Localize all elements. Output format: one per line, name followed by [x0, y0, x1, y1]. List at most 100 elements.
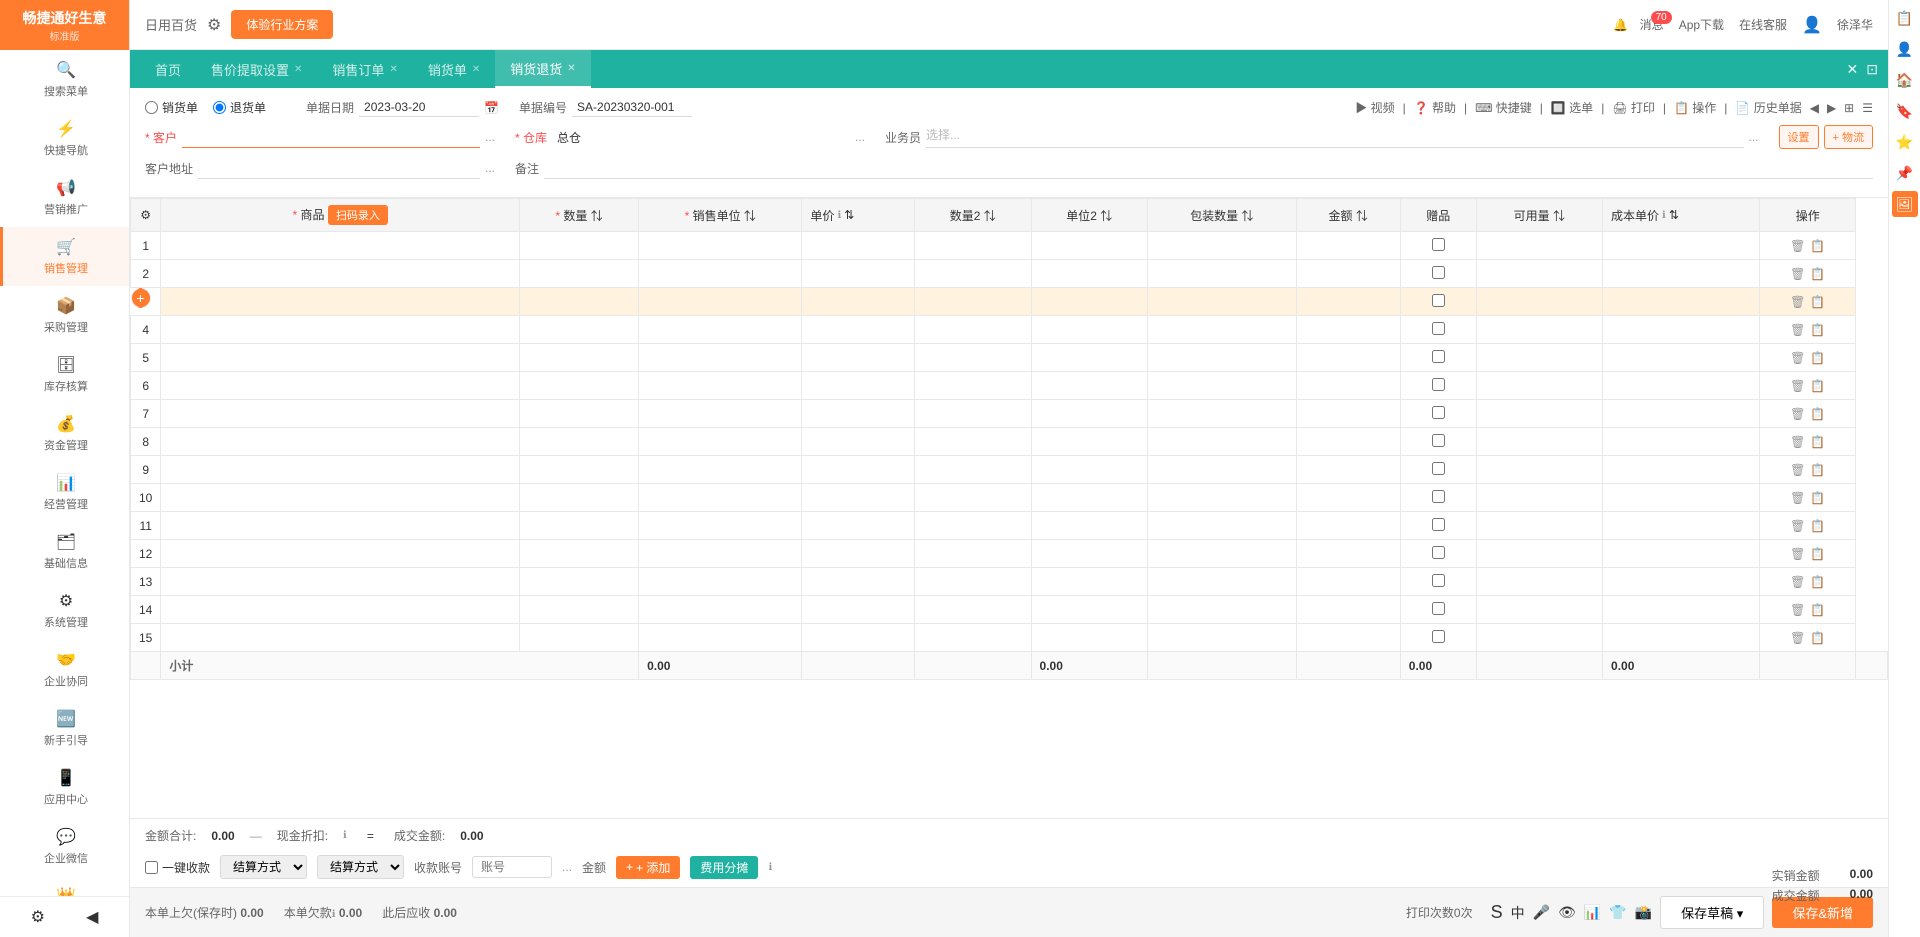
- scan-button[interactable]: 扫码录入: [328, 205, 388, 225]
- gift-checkbox-11[interactable]: [1432, 518, 1445, 531]
- calendar-icon[interactable]: 📅: [484, 101, 499, 115]
- delete-icon-14[interactable]: 🗑: [1790, 603, 1805, 617]
- settlement-select[interactable]: 结算方式: [220, 855, 307, 879]
- delete-icon-5[interactable]: 🗑: [1790, 351, 1805, 365]
- delete-icon-1[interactable]: 🗑: [1790, 239, 1805, 253]
- delete-icon-10[interactable]: 🗑: [1790, 491, 1805, 505]
- shortcut-btn[interactable]: ⌨ 快捷键: [1475, 99, 1532, 116]
- copy-icon-5[interactable]: 📋: [1810, 351, 1825, 365]
- calc-select[interactable]: 结算方式: [317, 855, 404, 879]
- help-btn[interactable]: ❓ 帮助: [1414, 99, 1456, 116]
- gift-checkbox-2[interactable]: [1432, 266, 1445, 279]
- grid-view-icon[interactable]: ⊞: [1844, 101, 1854, 115]
- tab-price-settings[interactable]: 售价提取设置 ✕: [196, 50, 317, 88]
- fee-split-button[interactable]: 费用分摊: [690, 856, 758, 879]
- gift-checkbox-1[interactable]: [1432, 238, 1445, 251]
- copy-icon-1[interactable]: 📋: [1810, 239, 1825, 253]
- tab-maximize-icon[interactable]: ⊡: [1866, 61, 1878, 78]
- radio-return[interactable]: 退货单: [213, 99, 266, 116]
- operation-btn[interactable]: 📋 操作: [1674, 99, 1716, 116]
- add-row-icon[interactable]: +: [136, 288, 144, 308]
- radio-sale[interactable]: 销货单: [145, 99, 198, 116]
- gift-checkbox-7[interactable]: [1432, 406, 1445, 419]
- copy-icon-9[interactable]: 📋: [1810, 463, 1825, 477]
- save-draft-button[interactable]: 保存草稿 ▾: [1660, 896, 1764, 929]
- gift-checkbox-9[interactable]: [1432, 462, 1445, 475]
- date-input[interactable]: 2023-03-20: [359, 98, 479, 117]
- account-expand-icon[interactable]: ...: [562, 860, 572, 874]
- account-input[interactable]: [472, 856, 552, 878]
- copy-icon-7[interactable]: 📋: [1810, 407, 1825, 421]
- product-input-3[interactable]: [169, 294, 511, 309]
- rtool-pin[interactable]: 📌: [1892, 160, 1918, 186]
- copy-icon-10[interactable]: 📋: [1810, 491, 1825, 505]
- header-settings-icon[interactable]: ⚙: [207, 15, 221, 35]
- delete-icon-11[interactable]: 🗑: [1790, 519, 1805, 533]
- tab-sales-return-close[interactable]: ✕: [567, 63, 575, 74]
- gift-checkbox-4[interactable]: [1432, 322, 1445, 335]
- customer-input[interactable]: [182, 126, 480, 148]
- warehouse-expand-icon[interactable]: ...: [855, 130, 865, 144]
- delete-icon-7[interactable]: 🗑: [1790, 407, 1805, 421]
- sidebar-item-wechat[interactable]: 💬 企业微信: [0, 817, 129, 876]
- gift-checkbox-14[interactable]: [1432, 602, 1445, 615]
- sidebar-item-inventory[interactable]: 🗄 库存核算: [0, 345, 129, 404]
- tool4-icon[interactable]: 👁: [1558, 904, 1576, 921]
- gift-checkbox-12[interactable]: [1432, 546, 1445, 559]
- radio-sale-input[interactable]: [145, 101, 158, 114]
- tool5-icon[interactable]: 📊: [1584, 904, 1601, 921]
- tab-sales-order-close[interactable]: ✕: [389, 64, 397, 75]
- sidebar-settings-icon[interactable]: ⚙: [31, 907, 45, 927]
- copy-icon-2[interactable]: 📋: [1810, 267, 1825, 281]
- radio-return-input[interactable]: [213, 101, 226, 114]
- experience-button[interactable]: 体验行业方案: [231, 10, 333, 39]
- rtool-note[interactable]: 📋: [1892, 5, 1918, 31]
- select-btn[interactable]: 🔲 选单: [1551, 99, 1593, 116]
- sidebar-item-marketing[interactable]: 📢 营销推广: [0, 168, 129, 227]
- save-draft-chevron[interactable]: ▾: [1737, 906, 1744, 921]
- customer-expand-icon[interactable]: ...: [485, 130, 495, 144]
- copy-icon-8[interactable]: 📋: [1810, 435, 1825, 449]
- tool7-icon[interactable]: 📸: [1635, 904, 1652, 921]
- tool3-icon[interactable]: 🎤: [1533, 904, 1550, 921]
- gift-checkbox-15[interactable]: [1432, 630, 1445, 643]
- delete-icon-2[interactable]: 🗑: [1790, 267, 1805, 281]
- logistics-button[interactable]: + 物流: [1824, 125, 1873, 149]
- sidebar-item-purchase[interactable]: 📦 采购管理: [0, 286, 129, 345]
- one-key-payment-checkbox[interactable]: 一键收款: [145, 859, 210, 876]
- tab-sales-out-close[interactable]: ✕: [472, 64, 480, 75]
- video-btn[interactable]: ▶ 视频: [1355, 99, 1394, 116]
- online-service-link[interactable]: 在线客服: [1739, 16, 1787, 33]
- rtool-home[interactable]: 🏠: [1892, 67, 1918, 93]
- rtool-star[interactable]: ⭐: [1892, 129, 1918, 155]
- sidebar-item-appstore[interactable]: 📱 应用中心: [0, 758, 129, 817]
- sidebar-item-basic[interactable]: 🗂 基础信息: [0, 522, 129, 581]
- tool6-icon[interactable]: 👕: [1609, 904, 1626, 921]
- salesperson-input[interactable]: 选择...: [926, 126, 1743, 148]
- doc-num-input[interactable]: SA-20230320-001: [572, 98, 692, 117]
- tool1-icon[interactable]: S: [1491, 902, 1503, 923]
- delete-icon-12[interactable]: 🗑: [1790, 547, 1805, 561]
- tab-sales-return[interactable]: 销货退货 ✕: [495, 50, 590, 88]
- tab-close-all-icon[interactable]: ✕: [1847, 61, 1859, 78]
- tab-sales-order[interactable]: 销售订单 ✕: [317, 50, 412, 88]
- delete-icon-13[interactable]: 🗑: [1790, 575, 1805, 589]
- add-button[interactable]: + + 添加: [616, 856, 680, 879]
- delete-icon-15[interactable]: 🗑: [1790, 631, 1805, 645]
- next-icon[interactable]: ▶: [1827, 101, 1836, 115]
- gift-checkbox-10[interactable]: [1432, 490, 1445, 503]
- copy-icon-15[interactable]: 📋: [1810, 631, 1825, 645]
- sidebar-item-system[interactable]: ⚙ 系统管理: [0, 581, 129, 640]
- copy-icon-4[interactable]: 📋: [1810, 323, 1825, 337]
- sidebar-item-sales[interactable]: 🛒 销售管理: [0, 227, 129, 286]
- notification-badge[interactable]: 🔔 70 消息: [1613, 16, 1663, 33]
- sidebar-item-newguide[interactable]: 🆕 新手引导: [0, 699, 129, 758]
- sidebar-item-quick[interactable]: ⚡ 快捷导航: [0, 109, 129, 168]
- gift-checkbox-8[interactable]: [1432, 434, 1445, 447]
- delete-icon-3[interactable]: 🗑: [1790, 295, 1805, 309]
- sidebar-collapse-icon[interactable]: ◀: [86, 907, 98, 927]
- tab-price-settings-close[interactable]: ✕: [294, 64, 302, 75]
- rtool-bookmark[interactable]: 🔖: [1892, 98, 1918, 124]
- gift-checkbox-13[interactable]: [1432, 574, 1445, 587]
- list-view-icon[interactable]: ☰: [1862, 101, 1873, 115]
